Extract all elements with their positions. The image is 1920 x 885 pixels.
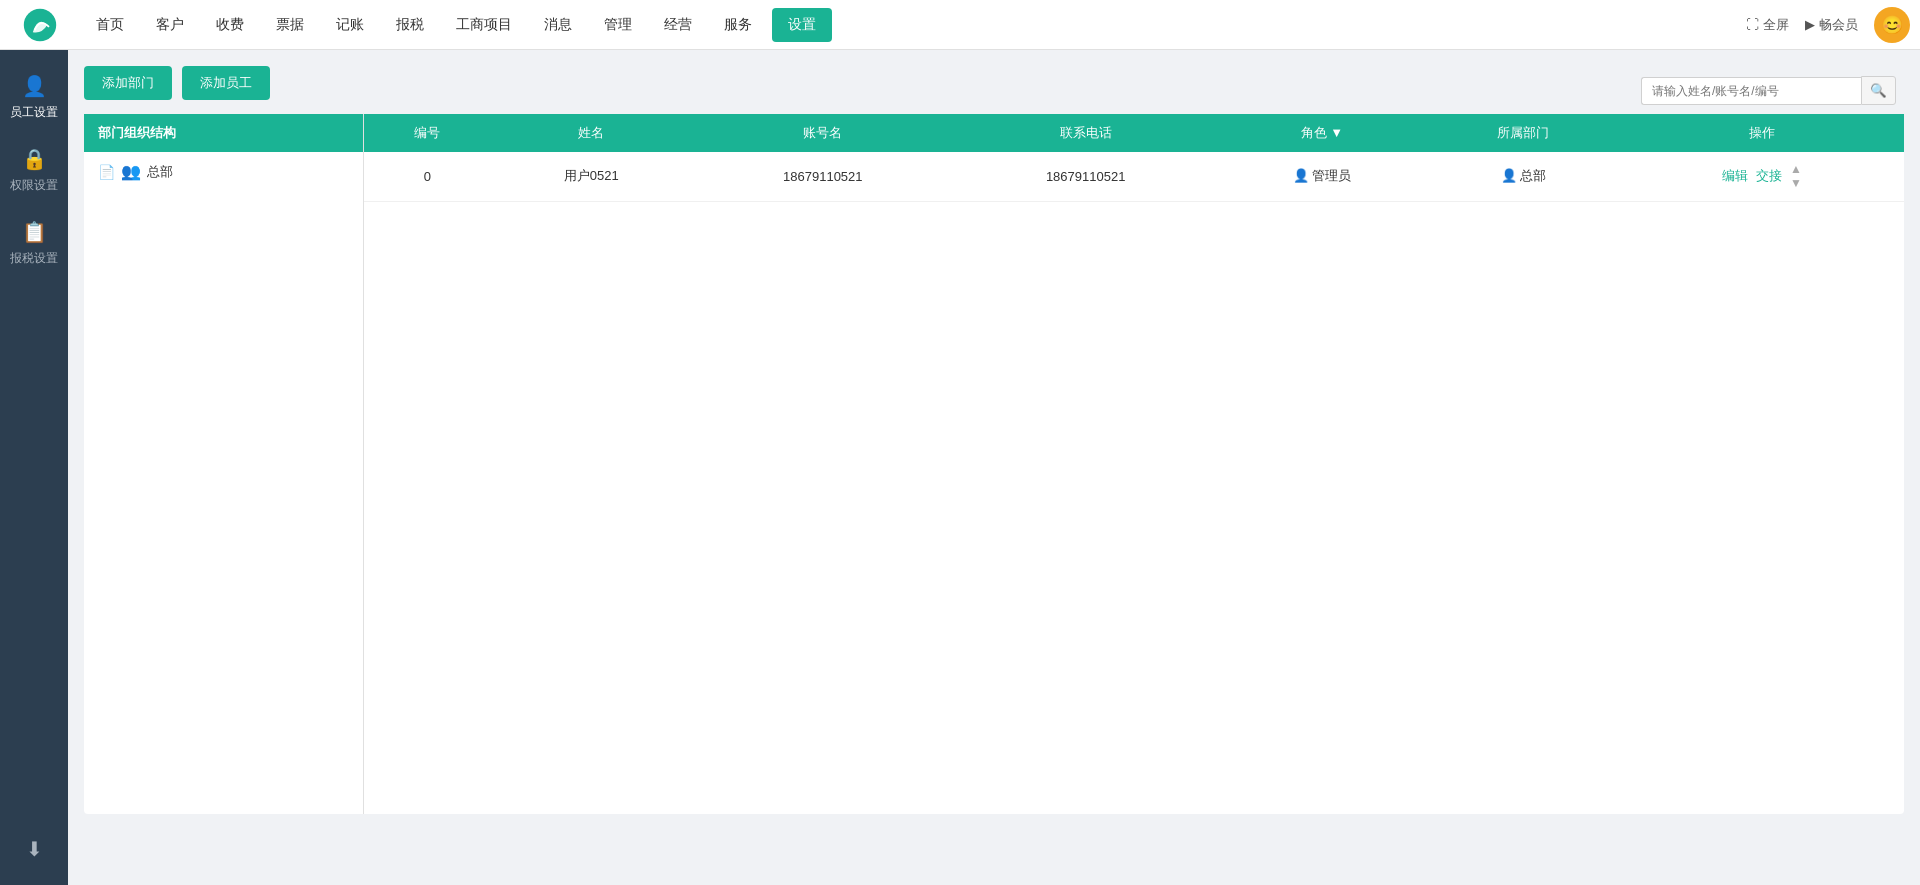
nav-bill[interactable]: 票据 xyxy=(260,0,320,50)
content-area: 部门组织结构 📄 👥 总部 编号 姓名 账号名 联系电话 角色 ▼ 所属部门 xyxy=(84,114,1904,814)
nav-service[interactable]: 服务 xyxy=(708,0,768,50)
tree-item-general[interactable]: 📄 👥 总部 xyxy=(84,152,363,191)
th-department: 所属部门 xyxy=(1427,114,1620,152)
nav-settings[interactable]: 设置 xyxy=(772,8,832,42)
nav-business[interactable]: 工商项目 xyxy=(440,0,528,50)
nav-fee[interactable]: 收费 xyxy=(200,0,260,50)
search-input[interactable] xyxy=(1641,77,1861,105)
tree-header: 部门组织结构 xyxy=(84,114,363,152)
tree-item-label: 总部 xyxy=(147,163,173,181)
nav-home[interactable]: 首页 xyxy=(80,0,140,50)
employee-icon: 👤 xyxy=(20,72,48,100)
sidebar-label-employee: 员工设置 xyxy=(10,104,58,121)
member-icon: ▶ xyxy=(1805,17,1815,32)
role-user-icon: 👤 xyxy=(1293,168,1309,183)
sidebar-label-permission: 权限设置 xyxy=(10,177,58,194)
search-icon: 🔍 xyxy=(1870,83,1887,98)
dept-user-icon: 👤 xyxy=(1501,168,1517,183)
avatar-icon: 😊 xyxy=(1881,14,1903,36)
nav-message[interactable]: 消息 xyxy=(528,0,588,50)
transfer-link[interactable]: 交接 xyxy=(1756,167,1782,185)
th-id: 编号 xyxy=(364,114,491,152)
th-actions: 操作 xyxy=(1620,114,1904,152)
table-header-row: 编号 姓名 账号名 联系电话 角色 ▼ 所属部门 操作 xyxy=(364,114,1904,152)
nav-operation[interactable]: 经营 xyxy=(648,0,708,50)
taxsetting-icon: 📋 xyxy=(20,218,48,246)
add-employee-button[interactable]: 添加员工 xyxy=(182,66,270,100)
sidebar-item-taxsetting[interactable]: 📋 报税设置 xyxy=(0,206,68,279)
sidebar-item-employee[interactable]: 👤 员工设置 xyxy=(0,60,68,133)
sidebar-bottom-btn[interactable]: ⬇ xyxy=(0,823,68,875)
nav-bookkeeping[interactable]: 记账 xyxy=(320,0,380,50)
scroll-arrows: ▲ ▼ xyxy=(1786,162,1806,191)
file-icon: 📄 xyxy=(98,164,115,180)
fullscreen-icon: ⛶ xyxy=(1746,17,1759,32)
nav-manage[interactable]: 管理 xyxy=(588,0,648,50)
search-button[interactable]: 🔍 xyxy=(1861,76,1896,105)
download-icon: ⬇ xyxy=(20,835,48,863)
tree-panel: 部门组织结构 📄 👥 总部 xyxy=(84,114,364,814)
avatar[interactable]: 😊 xyxy=(1874,7,1910,43)
main-content: 添加部门 添加员工 🔍 部门组织结构 📄 👥 总部 编号 姓名 xyxy=(68,50,1920,885)
left-sidebar: 👤 员工设置 🔒 权限设置 📋 报税设置 ⬇ xyxy=(0,50,68,885)
cell-department: 👤 总部 xyxy=(1427,152,1620,201)
cell-role: 👤 管理员 xyxy=(1217,152,1427,201)
nav-right: ⛶ 全屏 ▶ 畅会员 😊 xyxy=(1746,7,1910,43)
cell-actions: 编辑 交接 ▲ ▼ xyxy=(1620,152,1904,201)
search-bar: 🔍 xyxy=(1641,76,1896,105)
scroll-down-arrow[interactable]: ▼ xyxy=(1790,176,1802,190)
cell-account: 18679110521 xyxy=(691,152,954,201)
nav-customer[interactable]: 客户 xyxy=(140,0,200,50)
employee-table: 编号 姓名 账号名 联系电话 角色 ▼ 所属部门 操作 0 用户0521 186… xyxy=(364,114,1904,202)
top-navbar: 首页 客户 收费 票据 记账 报税 工商项目 消息 管理 经营 服务 设置 ⛶ … xyxy=(0,0,1920,50)
permission-icon: 🔒 xyxy=(20,145,48,173)
sidebar-item-permission[interactable]: 🔒 权限设置 xyxy=(0,133,68,206)
table-panel: 编号 姓名 账号名 联系电话 角色 ▼ 所属部门 操作 0 用户0521 186… xyxy=(364,114,1904,814)
sidebar-label-taxsetting: 报税设置 xyxy=(10,250,58,267)
cell-name: 用户0521 xyxy=(491,152,691,201)
cell-phone: 18679110521 xyxy=(954,152,1217,201)
member-btn[interactable]: ▶ 畅会员 xyxy=(1805,16,1858,34)
th-name: 姓名 xyxy=(491,114,691,152)
th-account: 账号名 xyxy=(691,114,954,152)
edit-link[interactable]: 编辑 xyxy=(1722,167,1748,185)
fullscreen-btn[interactable]: ⛶ 全屏 xyxy=(1746,16,1789,34)
nav-tax[interactable]: 报税 xyxy=(380,0,440,50)
fullscreen-label: 全屏 xyxy=(1763,16,1789,34)
nav-items: 首页 客户 收费 票据 记账 报税 工商项目 消息 管理 经营 服务 设置 xyxy=(80,0,1746,50)
scroll-up-arrow[interactable]: ▲ xyxy=(1790,162,1802,176)
member-label: 畅会员 xyxy=(1819,16,1858,34)
th-phone: 联系电话 xyxy=(954,114,1217,152)
table-row: 0 用户0521 18679110521 18679110521 👤 管理员 👤… xyxy=(364,152,1904,201)
logo xyxy=(10,7,70,43)
th-role[interactable]: 角色 ▼ xyxy=(1217,114,1427,152)
dept-user-icon: 👥 xyxy=(121,162,141,181)
add-department-button[interactable]: 添加部门 xyxy=(84,66,172,100)
action-bar: 添加部门 添加员工 xyxy=(84,66,1904,100)
cell-id: 0 xyxy=(364,152,491,201)
